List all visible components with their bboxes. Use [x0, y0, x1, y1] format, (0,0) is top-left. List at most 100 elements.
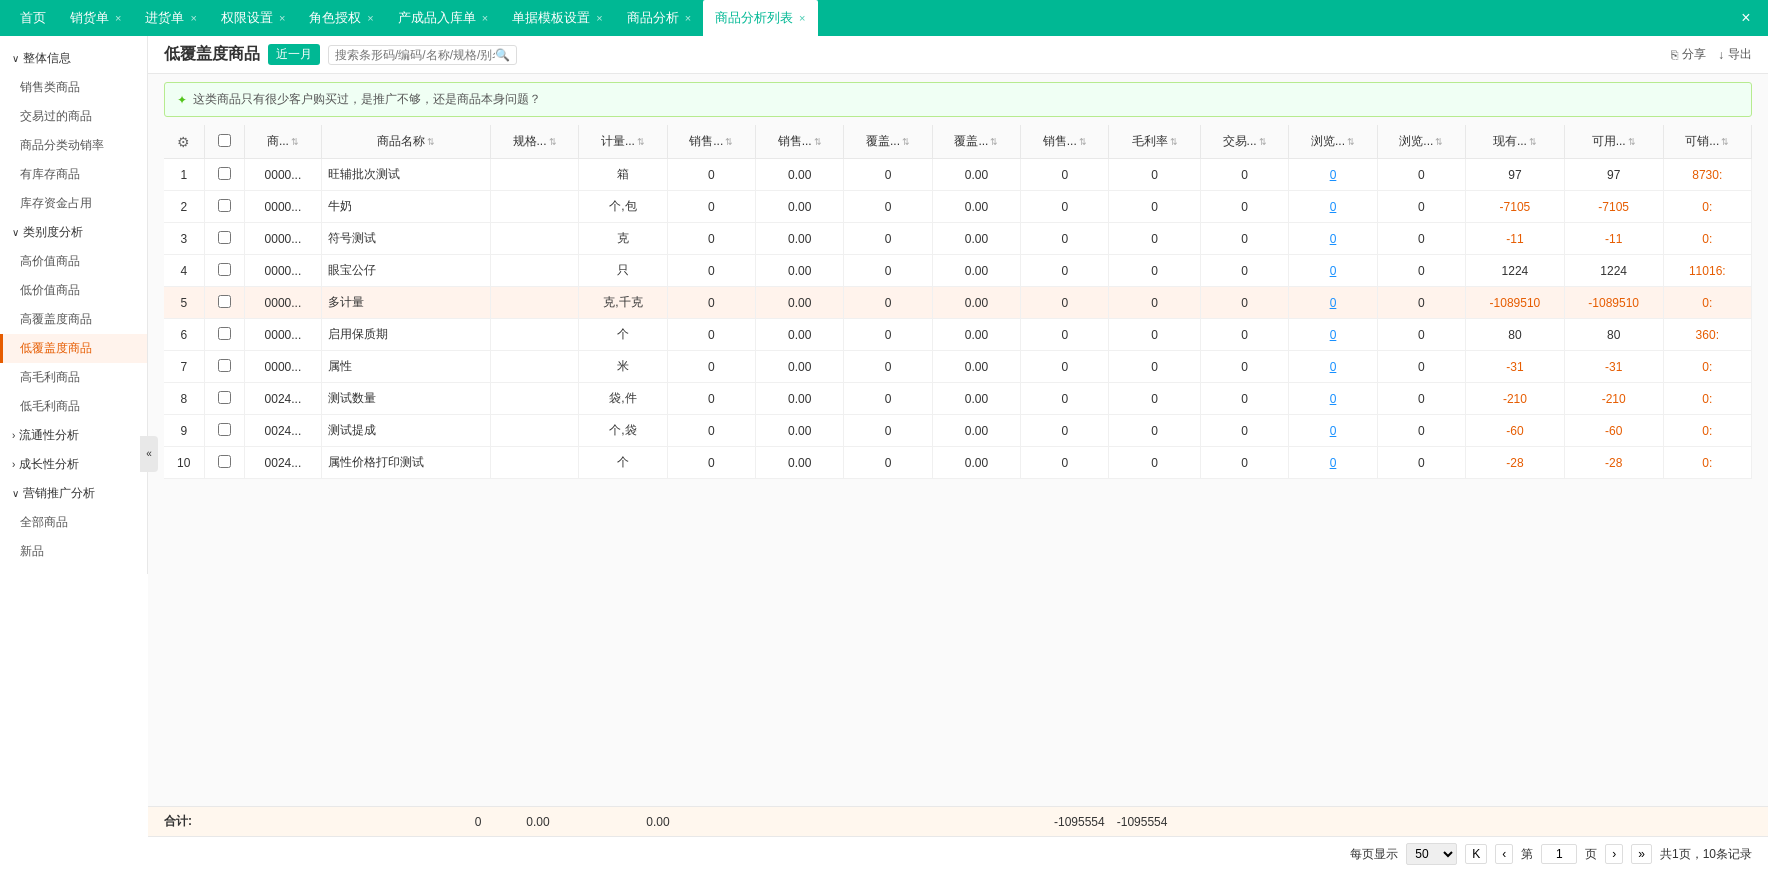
close-icon[interactable]: ×	[482, 12, 488, 24]
time-filter-button[interactable]: 近一月	[268, 44, 320, 65]
gross-margin-column-header[interactable]: 毛利率⇅	[1109, 125, 1200, 159]
content-area: 低覆盖度商品 近一月 🔍 ⎘ 分享 ↓ 导出 ✦ 这类商品只有很少客户购买过，是…	[148, 36, 1768, 871]
table-row: 20000...牛奶个,包00.0000.0000000-7105-71050:	[164, 191, 1752, 223]
sales-amt-column-header[interactable]: 销售...⇅	[755, 125, 843, 159]
export-icon: ↓	[1718, 48, 1724, 62]
search-icon[interactable]: 🔍	[495, 48, 510, 62]
page-suffix: 页	[1585, 846, 1597, 863]
last-page-button[interactable]: »	[1631, 844, 1652, 864]
sidebar-item-high-margin[interactable]: 高毛利商品	[0, 363, 147, 392]
footer-available-stock: -1095554	[1111, 815, 1174, 829]
table-row: 80024...测试数量袋,件00.0000.0000000-210-2100:	[164, 383, 1752, 415]
prev-page-button[interactable]: ‹	[1495, 844, 1513, 864]
table-row: 100024...属性价格打印测试个00.0000.0000000-28-280…	[164, 447, 1752, 479]
search-box: 🔍	[328, 45, 517, 65]
sort-icon: ⇅	[725, 137, 733, 147]
export-button[interactable]: ↓ 导出	[1718, 46, 1752, 63]
chevron-right-icon: ›	[12, 430, 15, 441]
sort-icon: ⇅	[1628, 137, 1636, 147]
close-icon[interactable]: ×	[190, 12, 196, 24]
name-column-header[interactable]: 商品名称⇅	[321, 125, 490, 159]
chevron-down-icon: ∨	[12, 227, 19, 238]
sort-icon: ⇅	[1170, 137, 1178, 147]
sales3-column-header[interactable]: 销售...⇅	[1021, 125, 1109, 159]
sidebar-item-high-coverage[interactable]: 高覆盖度商品	[0, 305, 147, 334]
sidebar-item-category-rate[interactable]: 商品分类动销率	[0, 131, 147, 160]
current-stock-column-header[interactable]: 现有...⇅	[1466, 125, 1565, 159]
sidebar-section-circulation[interactable]: › 流通性分析	[0, 421, 147, 450]
nav-item-analysis-list[interactable]: 商品分析列表 ×	[703, 0, 817, 36]
table-row: 10000...旺辅批次测试箱00.0000.000000097978730:	[164, 159, 1752, 191]
available-stock-column-header[interactable]: 可用...⇅	[1564, 125, 1663, 159]
sidebar: ∨ 整体信息 销售类商品 交易过的商品 商品分类动销率 有库存商品 库存资金占用…	[0, 36, 148, 574]
settings-column-header: ⚙	[164, 125, 204, 159]
sort-icon: ⇅	[990, 137, 998, 147]
nav-item-production[interactable]: 产成品入库单 ×	[386, 0, 500, 36]
page-size-select[interactable]: 50 20 100	[1406, 843, 1457, 865]
info-icon: ✦	[177, 93, 187, 107]
browse2-column-header[interactable]: 浏览...⇅	[1377, 125, 1465, 159]
sort-icon: ⇅	[1259, 137, 1267, 147]
sidebar-section-growth[interactable]: › 成长性分析	[0, 450, 147, 479]
select-all-checkbox[interactable]	[218, 134, 231, 147]
sidebar-item-stock-goods[interactable]: 有库存商品	[0, 160, 147, 189]
close-icon[interactable]: ×	[279, 12, 285, 24]
table-footer: 合计: 0 0.00 0.00 -1095554 -1095554	[148, 806, 1768, 836]
cover2-column-header[interactable]: 覆盖...⇅	[932, 125, 1020, 159]
settings-icon[interactable]: ⚙	[177, 134, 190, 150]
sidebar-item-traded-goods[interactable]: 交易过的商品	[0, 102, 147, 131]
nav-item-template[interactable]: 单据模板设置 ×	[500, 0, 614, 36]
nav-item-permissions[interactable]: 权限设置 ×	[209, 0, 297, 36]
window-close-button[interactable]: ×	[1732, 4, 1760, 32]
footer-sales-amt: 0.00	[508, 815, 568, 829]
sidebar-item-low-coverage[interactable]: 低覆盖度商品	[0, 334, 147, 363]
sort-icon: ⇅	[549, 137, 557, 147]
search-input[interactable]	[335, 48, 495, 62]
first-page-button[interactable]: K	[1465, 844, 1487, 864]
close-icon[interactable]: ×	[367, 12, 373, 24]
main-layout: ∨ 整体信息 销售类商品 交易过的商品 商品分类动销率 有库存商品 库存资金占用…	[0, 36, 1768, 871]
table-header-row: ⚙ 商...⇅ 商品名称⇅ 规格...⇅ 计量...⇅ 销售...⇅ 销售...…	[164, 125, 1752, 159]
sidebar-item-stock-capital[interactable]: 库存资金占用	[0, 189, 147, 218]
table-row: 30000...符号测试克00.0000.0000000-11-110:	[164, 223, 1752, 255]
table-row: 50000...多计量克,千克00.0000.0000000-1089510-1…	[164, 287, 1752, 319]
sidebar-section-overall[interactable]: ∨ 整体信息	[0, 44, 147, 73]
sidebar-item-high-value[interactable]: 高价值商品	[0, 247, 147, 276]
sellable-column-header[interactable]: 可销...⇅	[1663, 125, 1751, 159]
spec-column-header[interactable]: 规格...⇅	[490, 125, 578, 159]
sidebar-collapse-button[interactable]: «	[140, 436, 158, 472]
trade-column-header[interactable]: 交易...⇅	[1200, 125, 1288, 159]
code-column-header[interactable]: 商...⇅	[244, 125, 321, 159]
chevron-right-icon: ›	[12, 459, 15, 470]
current-page-input[interactable]	[1541, 844, 1577, 864]
nav-item-home[interactable]: 首页	[8, 0, 58, 36]
sidebar-section-category[interactable]: ∨ 类别度分析	[0, 218, 147, 247]
close-icon[interactable]: ×	[799, 12, 805, 24]
info-banner: ✦ 这类商品只有很少客户购买过，是推广不够，还是商品本身问题？	[164, 82, 1752, 117]
page-title: 低覆盖度商品	[164, 44, 260, 65]
nav-item-analysis[interactable]: 商品分析 ×	[615, 0, 703, 36]
close-icon[interactable]: ×	[115, 12, 121, 24]
sort-icon: ⇅	[902, 137, 910, 147]
unit-column-header[interactable]: 计量...⇅	[579, 125, 667, 159]
sidebar-item-new-goods[interactable]: 新品	[0, 537, 147, 566]
sort-icon: ⇅	[1347, 137, 1355, 147]
nav-item-purchase[interactable]: 进货单 ×	[133, 0, 208, 36]
nav-item-roles[interactable]: 角色授权 ×	[297, 0, 385, 36]
cover1-column-header[interactable]: 覆盖...⇅	[844, 125, 932, 159]
browse1-column-header[interactable]: 浏览...⇅	[1289, 125, 1377, 159]
close-icon[interactable]: ×	[596, 12, 602, 24]
sales-qty-column-header[interactable]: 销售...⇅	[667, 125, 755, 159]
footer-cover2: 0.00	[628, 815, 688, 829]
share-button[interactable]: ⎘ 分享	[1671, 46, 1706, 63]
sidebar-item-low-margin[interactable]: 低毛利商品	[0, 392, 147, 421]
close-icon[interactable]: ×	[685, 12, 691, 24]
sidebar-item-sales-goods[interactable]: 销售类商品	[0, 73, 147, 102]
nav-item-sales[interactable]: 销货单 ×	[58, 0, 133, 36]
sidebar-item-all-goods[interactable]: 全部商品	[0, 508, 147, 537]
sort-icon: ⇅	[1079, 137, 1087, 147]
sidebar-item-low-value[interactable]: 低价值商品	[0, 276, 147, 305]
next-page-button[interactable]: ›	[1605, 844, 1623, 864]
sidebar-section-marketing[interactable]: ∨ 营销推广分析	[0, 479, 147, 508]
table-wrapper: ⚙ 商...⇅ 商品名称⇅ 规格...⇅ 计量...⇅ 销售...⇅ 销售...…	[148, 125, 1768, 806]
